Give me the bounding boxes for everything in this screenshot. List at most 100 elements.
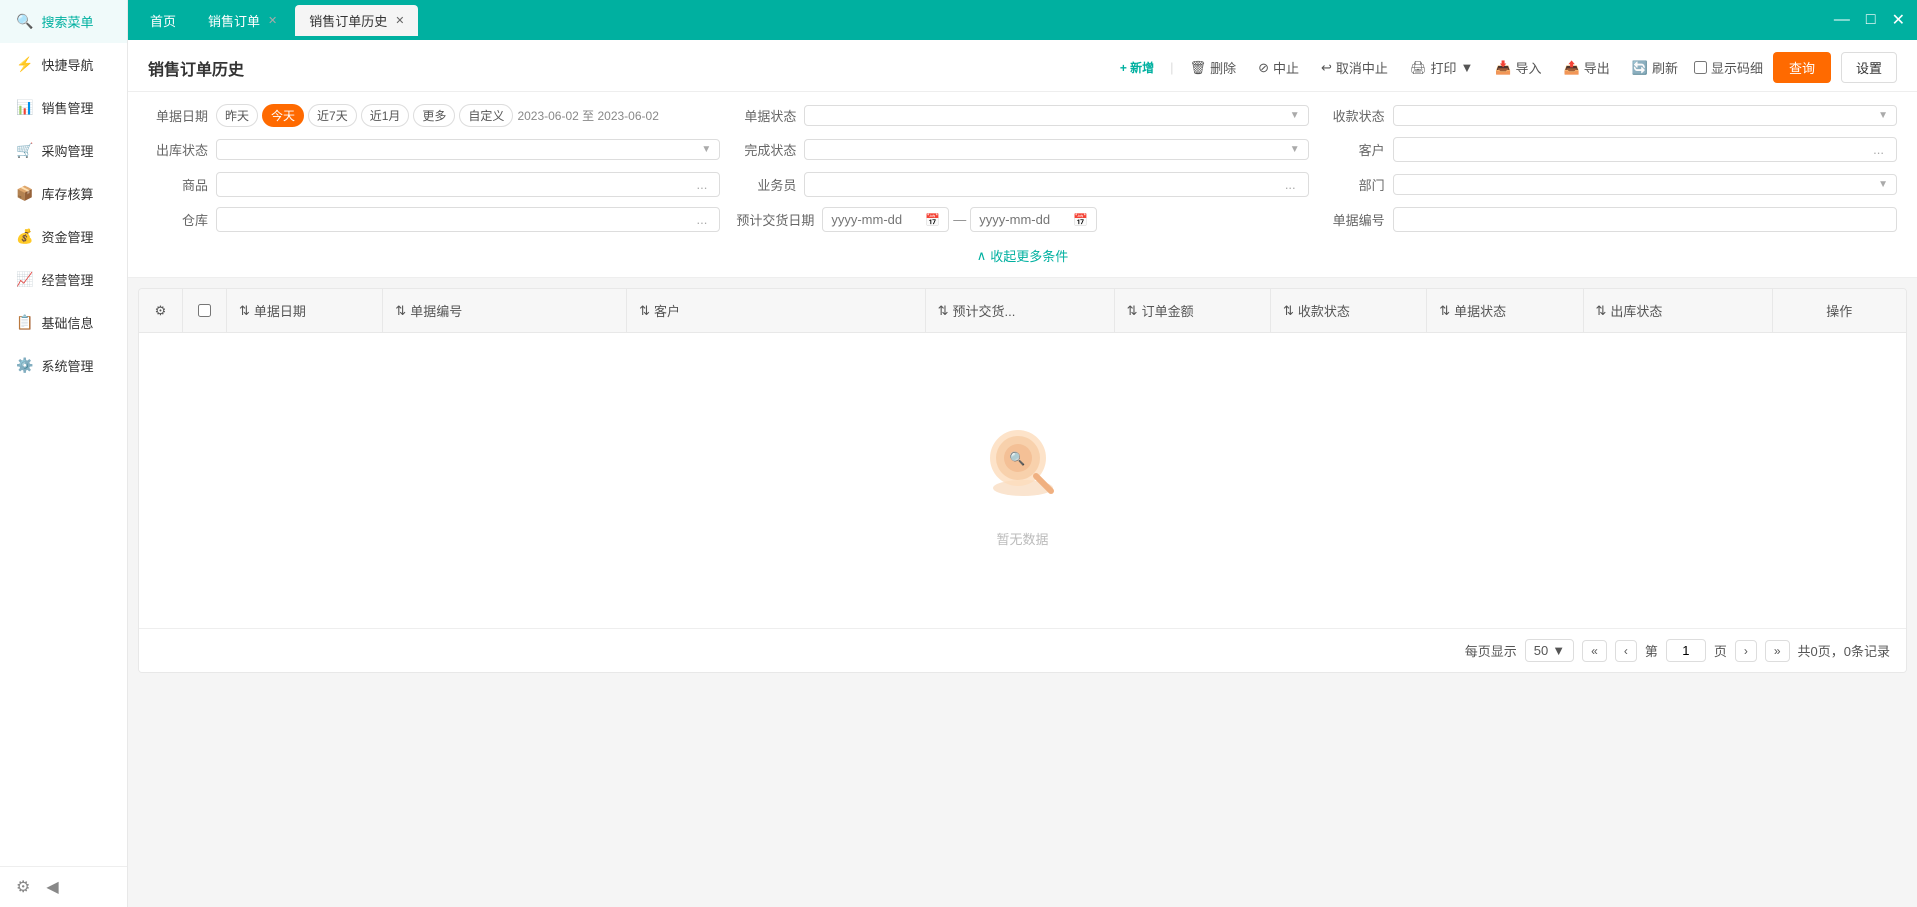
last-page-button[interactable]: »: [1765, 640, 1790, 662]
date-1month-btn[interactable]: 近1月: [361, 104, 410, 127]
delivery-date-start[interactable]: 📅: [822, 207, 949, 232]
toolbar: + 新增 | 🗑 删除 ⊘ 中止 ↩ 取消中止 🖨: [1114, 52, 1897, 83]
prev-page-button[interactable]: ‹: [1615, 640, 1637, 662]
salesperson-text-input[interactable]: [813, 177, 1280, 192]
settings-button[interactable]: 设置: [1841, 52, 1897, 83]
product-text-input[interactable]: [225, 177, 692, 192]
filter-group-date: 单据日期 昨天 今天 近7天 近1月 更多 自定义 2023-06-02 至 2…: [148, 104, 720, 127]
cancel-stop-button[interactable]: ↩ 取消中止: [1315, 54, 1394, 81]
window-close-button[interactable]: ✕: [1888, 6, 1909, 34]
select-all-checkbox[interactable]: [198, 304, 211, 317]
sidebar-item-system[interactable]: ⚙️ 系统管理: [0, 344, 127, 387]
th-amount[interactable]: ⇅ 订单金额: [1115, 289, 1271, 332]
gear-icon: ⚙️: [16, 357, 33, 374]
delivery-status-select[interactable]: ▼: [216, 139, 720, 160]
delivery-status-label: 出库状态: [148, 140, 208, 159]
first-page-button[interactable]: «: [1582, 640, 1607, 662]
th-pay-status[interactable]: ⇅ 收款状态: [1271, 289, 1427, 332]
import-button[interactable]: 📥 导入: [1489, 54, 1547, 81]
warehouse-dots[interactable]: ...: [692, 212, 711, 227]
page-number-input[interactable]: [1666, 639, 1706, 662]
customer-input[interactable]: ...: [1393, 137, 1897, 162]
sidebar-item-label: 销售管理: [41, 98, 93, 117]
date-7days-btn[interactable]: 近7天: [308, 104, 357, 127]
payment-status-select[interactable]: ▼: [1393, 105, 1897, 126]
collapse-row: ∧ 收起更多条件: [148, 242, 1897, 265]
collapse-icon[interactable]: ◀: [46, 877, 58, 897]
th-order-status[interactable]: ⇅ 单据状态: [1427, 289, 1583, 332]
settings-bottom-icon[interactable]: ⚙: [16, 877, 30, 897]
department-select[interactable]: ▼: [1393, 174, 1897, 195]
per-page-label: 每页显示: [1465, 641, 1517, 660]
filter-group-warehouse: 仓库 ...: [148, 207, 720, 232]
order-no-input[interactable]: [1393, 207, 1897, 232]
completion-status-select[interactable]: ▼: [804, 139, 1308, 160]
display-columns-input[interactable]: [1694, 61, 1707, 74]
tab-sales-order-close[interactable]: ✕: [268, 14, 277, 27]
collapse-up-icon: ∧: [977, 248, 987, 264]
date-custom-btn[interactable]: 自定义: [459, 104, 513, 127]
customer-text-input[interactable]: [1402, 142, 1869, 157]
sidebar-item-quick-nav[interactable]: ⚡ 快捷导航: [0, 43, 127, 86]
page-content: 销售订单历史 + 新增 | 🗑 删除 ⊘ 中止 ↩ 取消中止: [128, 40, 1917, 907]
filter-group-completion-status: 完成状态 ▼: [736, 139, 1308, 160]
filter-group-customer: 客户 ...: [1325, 137, 1897, 162]
print-button[interactable]: 🖨 打印 ▼: [1404, 54, 1479, 81]
sidebar-item-purchase[interactable]: 🛒 采购管理: [0, 129, 127, 172]
completion-status-label: 完成状态: [736, 140, 796, 159]
cancel-stop-icon: ↩: [1321, 60, 1332, 76]
tab-home[interactable]: 首页: [136, 5, 190, 36]
per-page-select[interactable]: 50 ▼: [1525, 639, 1574, 662]
customer-dots[interactable]: ...: [1869, 142, 1888, 157]
delivery-date-end-input[interactable]: [979, 212, 1069, 227]
delete-button[interactable]: 🗑 删除: [1184, 54, 1243, 81]
tab-sales-order-history-close[interactable]: ✕: [395, 14, 404, 27]
sidebar-item-basic-info[interactable]: 📋 基础信息: [0, 301, 127, 344]
th-delivery[interactable]: ⇅ 预计交货...: [926, 289, 1115, 332]
filter-area: 单据日期 昨天 今天 近7天 近1月 更多 自定义 2023-06-02 至 2…: [128, 92, 1917, 278]
filter-group-product: 商品 ...: [148, 172, 720, 197]
tab-sales-order[interactable]: 销售订单 ✕: [194, 5, 291, 36]
sidebar-item-search[interactable]: 🔍 搜索菜单: [0, 0, 127, 43]
salesperson-dots[interactable]: ...: [1281, 177, 1300, 192]
sidebar-item-inventory[interactable]: 📦 库存核算: [0, 172, 127, 215]
refresh-button[interactable]: 🔄 刷新: [1626, 54, 1684, 81]
th-customer[interactable]: ⇅ 客户: [627, 289, 926, 332]
th-order-no[interactable]: ⇅ 单据编号: [383, 289, 627, 332]
delivery-date-start-input[interactable]: [831, 212, 921, 227]
product-label: 商品: [148, 175, 208, 194]
display-columns-checkbox[interactable]: 显示码细: [1694, 58, 1763, 77]
warehouse-input[interactable]: ...: [216, 207, 720, 232]
next-page-button[interactable]: ›: [1735, 640, 1757, 662]
order-status-select[interactable]: ▼: [804, 105, 1308, 126]
sidebar-item-sales[interactable]: 📊 销售管理: [0, 86, 127, 129]
delivery-date-end[interactable]: 📅: [970, 207, 1097, 232]
th-settings[interactable]: ⚙: [139, 289, 183, 332]
export-button[interactable]: 📤 导出: [1558, 54, 1616, 81]
stop-button[interactable]: ⊘ 中止: [1252, 54, 1305, 81]
window-maximize-button[interactable]: □: [1862, 7, 1880, 33]
date-more-btn[interactable]: 更多: [413, 104, 455, 127]
th-date[interactable]: ⇅ 单据日期: [227, 289, 383, 332]
th-stock-status[interactable]: ⇅ 出库状态: [1584, 289, 1773, 332]
sort-delivery-icon: ⇅: [938, 303, 949, 319]
warehouse-text-input[interactable]: [225, 212, 692, 227]
salesperson-input[interactable]: ...: [804, 172, 1308, 197]
date-today-btn[interactable]: 今天: [262, 104, 304, 127]
th-checkbox[interactable]: [183, 289, 227, 332]
sidebar-item-finance[interactable]: 💰 资金管理: [0, 215, 127, 258]
product-input[interactable]: ...: [216, 172, 720, 197]
order-no-text-input[interactable]: [1402, 212, 1888, 227]
window-minimize-button[interactable]: —: [1830, 7, 1854, 33]
topbar-right: — □ ✕: [1830, 6, 1909, 34]
collapse-button[interactable]: ∧ 收起更多条件: [977, 246, 1069, 265]
product-dots[interactable]: ...: [692, 177, 711, 192]
new-button[interactable]: + 新增: [1114, 55, 1160, 80]
date-yesterday-btn[interactable]: 昨天: [216, 104, 258, 127]
query-button[interactable]: 查询: [1773, 52, 1831, 83]
tab-sales-order-history[interactable]: 销售订单历史 ✕: [295, 5, 418, 36]
filter-group-order-status: 单据状态 ▼: [736, 105, 1308, 126]
payment-status-dropdown-arrow: ▼: [1878, 110, 1888, 121]
sidebar-item-operations[interactable]: 📈 经营管理: [0, 258, 127, 301]
sort-pay-status-icon: ⇅: [1283, 303, 1294, 319]
